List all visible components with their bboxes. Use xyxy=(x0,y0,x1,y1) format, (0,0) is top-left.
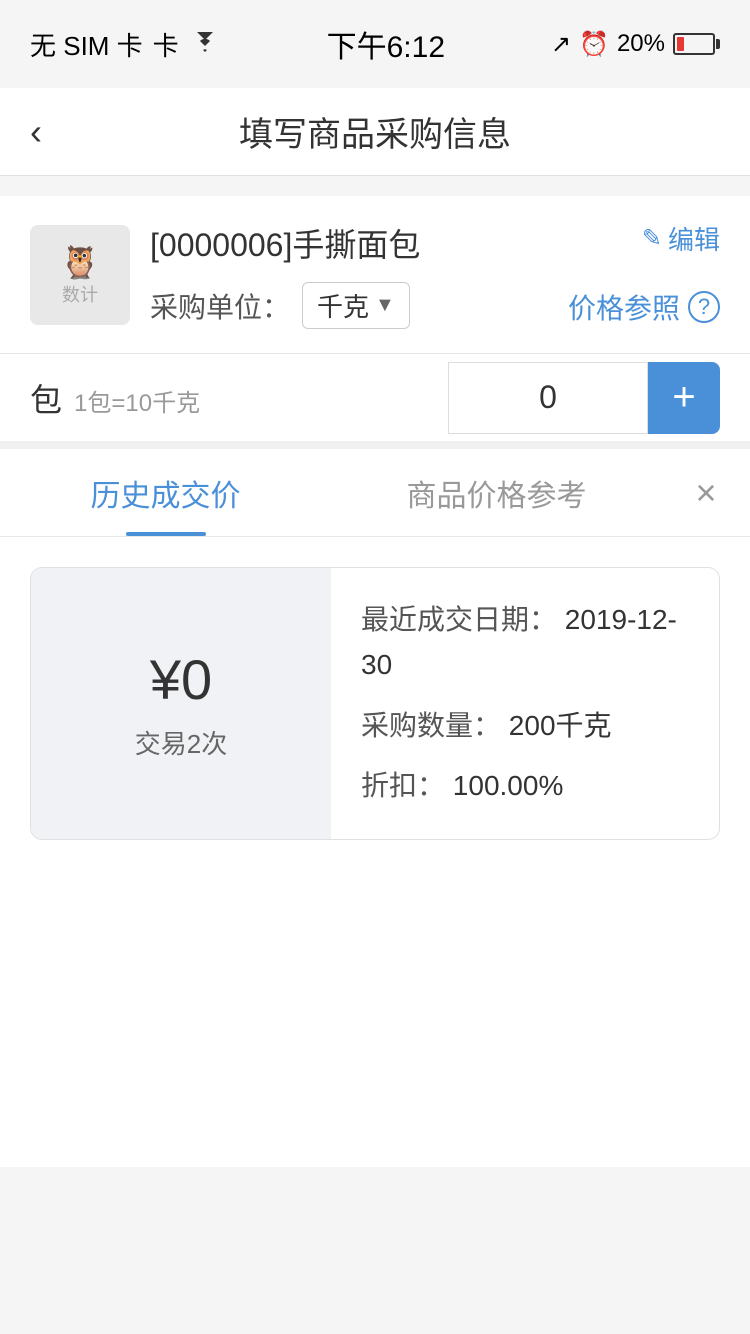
status-bar: 无 SIM 卡 卡 下午6:12 ↗ ⏰ 20% xyxy=(0,0,750,88)
status-left: 无 SIM 卡 卡 xyxy=(30,26,221,63)
product-actions: ✎ 编辑 价格参照 ? xyxy=(568,220,720,327)
page-title: 填写商品采购信息 xyxy=(239,107,511,156)
quantity-section: 包 1包=10千克 + xyxy=(0,353,750,441)
battery-icon xyxy=(673,33,720,55)
tab-history-price[interactable]: 历史成交价 xyxy=(0,449,331,536)
status-right: ↗ ⏰ 20% xyxy=(551,30,720,59)
price-card-right: 最近成交日期： 2019-12-30 采购数量： 200千克 折扣： 100.0… xyxy=(331,568,719,839)
nav-bar: ‹ 填写商品采购信息 xyxy=(0,88,750,176)
product-thumbnail: 🦉 数计 xyxy=(30,225,130,325)
battery-percent: 20% xyxy=(617,30,665,58)
quantity-row: 包 1包=10千克 + xyxy=(0,353,750,441)
product-logo-icon: 🦉 xyxy=(60,243,100,281)
back-button[interactable]: ‹ xyxy=(30,111,42,153)
sim-label: 卡 xyxy=(153,26,179,63)
package-conversion: 1包=10千克 xyxy=(74,383,200,418)
purchase-qty-value: 200千克 xyxy=(509,710,612,741)
product-unit-row: 采购单位： 千克 ▼ xyxy=(150,282,420,329)
price-card: ¥0 交易2次 最近成交日期： 2019-12-30 采购数量： 200千克 折… xyxy=(30,567,720,840)
price-amount: ¥0 xyxy=(150,647,212,712)
status-time: 下午6:12 xyxy=(327,22,445,66)
recent-date-row: 最近成交日期： 2019-12-30 xyxy=(361,598,689,688)
tabs-container: 历史成交价 商品价格参考 × ¥0 交易2次 最近成交日期： 2019-12-3… xyxy=(0,441,750,1167)
tab-content: ¥0 交易2次 最近成交日期： 2019-12-30 采购数量： 200千克 折… xyxy=(0,567,750,1167)
tab-product-price-ref[interactable]: 商品价格参考 xyxy=(331,449,662,536)
carrier-label: 无 SIM 卡 xyxy=(30,26,143,63)
package-label: 包 xyxy=(30,375,62,421)
tab-price-ref-label: 商品价格参考 xyxy=(407,471,587,515)
alarm-icon: ⏰ xyxy=(579,30,609,59)
chevron-down-icon: ▼ xyxy=(375,294,395,317)
unit-label: 采购单位： xyxy=(150,286,290,326)
quantity-plus-button[interactable]: + xyxy=(648,362,720,434)
price-ref-label: 价格参照 xyxy=(568,287,680,327)
price-card-left: ¥0 交易2次 xyxy=(31,568,331,839)
product-card: 🦉 数计 [0000006]手撕面包 采购单位： 千克 ▼ ✎ 编辑 xyxy=(0,196,750,353)
unit-selector[interactable]: 千克 ▼ xyxy=(302,282,410,329)
edit-button[interactable]: ✎ 编辑 xyxy=(642,220,720,257)
purchase-qty-label: 采购数量： xyxy=(361,710,501,741)
product-code: [0000006] xyxy=(150,227,292,263)
transaction-count: 交易2次 xyxy=(135,724,227,761)
price-value: 0 xyxy=(181,648,212,711)
edit-icon: ✎ xyxy=(642,224,662,253)
quantity-input[interactable] xyxy=(448,362,648,434)
unit-value: 千克 xyxy=(317,287,369,324)
product-name: [0000006]手撕面包 xyxy=(150,220,420,266)
product-title: 手撕面包 xyxy=(292,227,420,263)
discount-row: 折扣： 100.00% xyxy=(361,764,689,809)
help-icon: ? xyxy=(688,291,720,323)
discount-label: 折扣： xyxy=(361,770,445,801)
recent-date-label: 最近成交日期： xyxy=(361,604,557,635)
tabs-header: 历史成交价 商品价格参考 × xyxy=(0,449,750,537)
edit-label: 编辑 xyxy=(668,220,720,257)
tab-history-label: 历史成交价 xyxy=(91,471,241,515)
product-info: [0000006]手撕面包 采购单位： 千克 ▼ xyxy=(150,220,420,329)
tab-active-indicator xyxy=(126,532,206,536)
discount-value: 100.00% xyxy=(453,770,564,801)
quantity-controls: + xyxy=(448,362,720,434)
wifi-icon xyxy=(189,32,221,56)
currency-symbol: ¥ xyxy=(150,648,181,711)
purchase-qty-row: 采购数量： 200千克 xyxy=(361,704,689,749)
logo-sub: 数计 xyxy=(62,281,98,307)
quantity-label-group: 包 1包=10千克 xyxy=(30,375,200,421)
tab-close-button[interactable]: × xyxy=(662,449,750,537)
price-reference-button[interactable]: 价格参照 ? xyxy=(568,287,720,327)
location-icon: ↗ xyxy=(551,30,571,59)
